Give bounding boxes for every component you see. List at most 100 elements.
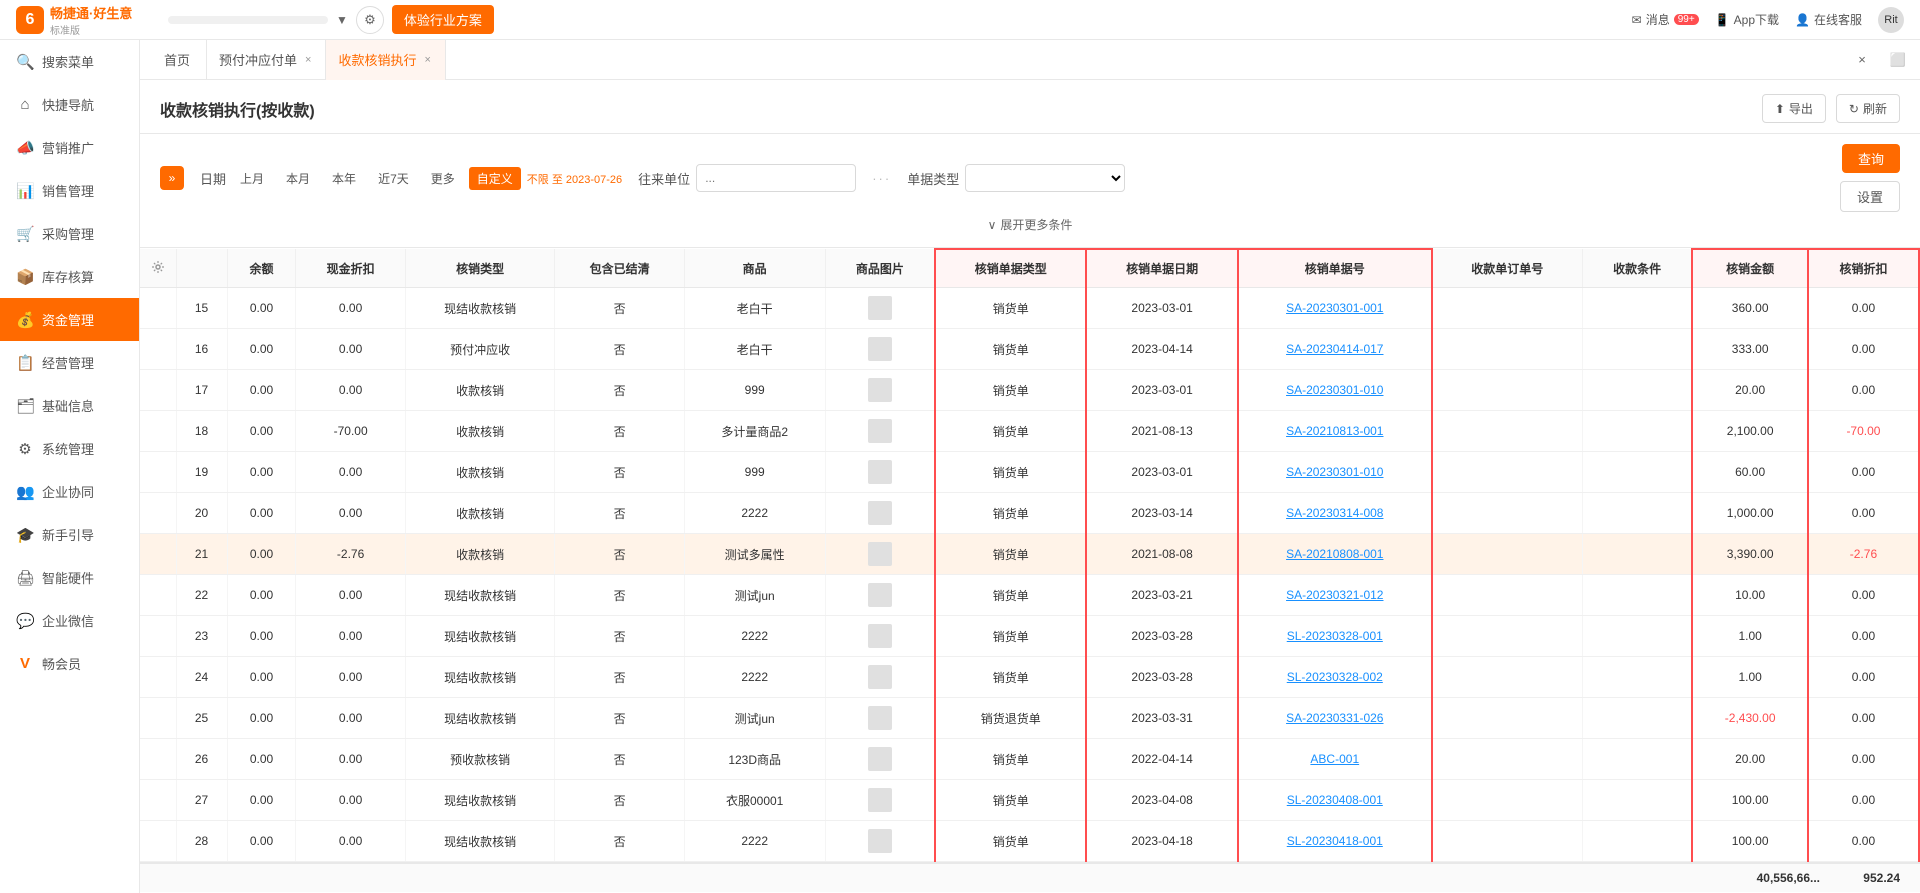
- bill-no-link[interactable]: SL-20230328-002: [1287, 670, 1383, 684]
- td-product: 老白干: [684, 329, 825, 370]
- bill-no-link[interactable]: SA-20230321-012: [1286, 588, 1383, 602]
- tab-collection[interactable]: 收款核销执行 ×: [326, 40, 445, 80]
- td-bill-no[interactable]: SA-20230301-001: [1238, 288, 1432, 329]
- bill-no-link[interactable]: SA-20230331-026: [1286, 711, 1383, 725]
- td-receipt-condition: [1582, 329, 1692, 370]
- filter-date-this-month[interactable]: 本月: [278, 167, 318, 190]
- td-cash-discount: 0.00: [296, 288, 405, 329]
- sidebar-item-basic-info[interactable]: 🗂 基础信息: [0, 384, 139, 427]
- sidebar-item-guide[interactable]: 🎓 新手引导: [0, 513, 139, 556]
- sidebar-item-finance[interactable]: 💰 资金管理: [0, 298, 139, 341]
- sidebar-item-member[interactable]: V 畅会员: [0, 642, 139, 685]
- sidebar-item-collab[interactable]: 👥 企业协同: [0, 470, 139, 513]
- sidebar-item-hardware[interactable]: 🖨 智能硬件: [0, 556, 139, 599]
- sidebar-item-system[interactable]: ⚙ 系统管理: [0, 427, 139, 470]
- bill-no-link[interactable]: SL-20230418-001: [1287, 834, 1383, 848]
- bill-no-link[interactable]: SA-20230301-010: [1286, 465, 1383, 479]
- filter-expand-btn[interactable]: »: [160, 166, 184, 190]
- user-avatar[interactable]: Rit: [1878, 7, 1904, 33]
- td-bill-date: 2023-03-14: [1086, 493, 1237, 534]
- td-bill-no[interactable]: SA-20230301-010: [1238, 452, 1432, 493]
- td-include-settled: 否: [555, 780, 684, 821]
- tab-collection-close[interactable]: ×: [422, 52, 432, 68]
- table-row[interactable]: 16 0.00 0.00 预付冲应收 否 老白干 销货单 2023-04-14 …: [140, 329, 1919, 370]
- bill-no-link[interactable]: SA-20230301-001: [1286, 301, 1383, 315]
- sidebar-item-wechat[interactable]: 💬 企业微信: [0, 599, 139, 642]
- industry-btn[interactable]: 体验行业方案: [392, 5, 494, 34]
- messages-btn[interactable]: ✉ 消息 99+: [1632, 11, 1699, 28]
- export-btn[interactable]: ⬆ 导出: [1762, 94, 1826, 123]
- top-dropdown[interactable]: ▼: [336, 13, 348, 27]
- td-bill-no[interactable]: SA-20230331-026: [1238, 698, 1432, 739]
- filter-date-custom[interactable]: 自定义: [469, 167, 521, 190]
- table-row[interactable]: 17 0.00 0.00 收款核销 否 999 销货单 2023-03-01 S…: [140, 370, 1919, 411]
- td-bill-no[interactable]: SA-20230314-008: [1238, 493, 1432, 534]
- table-row[interactable]: 27 0.00 0.00 现结收款核销 否 衣服00001 销货单 2023-0…: [140, 780, 1919, 821]
- table-row[interactable]: 19 0.00 0.00 收款核销 否 999 销货单 2023-03-01 S…: [140, 452, 1919, 493]
- filter-date-7days[interactable]: 近7天: [370, 167, 417, 190]
- tab-maximize-btn[interactable]: ⬜: [1884, 46, 1912, 74]
- app-name: 畅捷通·好生意: [50, 3, 132, 22]
- sidebar-item-marketing[interactable]: 📣 营销推广: [0, 126, 139, 169]
- table-row[interactable]: 18 0.00 -70.00 收款核销 否 多计量商品2 销货单 2021-08…: [140, 411, 1919, 452]
- td-bill-no[interactable]: SL-20230418-001: [1238, 821, 1432, 862]
- table-row[interactable]: 25 0.00 0.00 现结收款核销 否 测试jun 销货退货单 2023-0…: [140, 698, 1919, 739]
- filter-date-last-month[interactable]: 上月: [232, 167, 272, 190]
- sidebar-label-basic-info: 基础信息: [42, 396, 94, 415]
- td-bill-no[interactable]: ABC-001: [1238, 739, 1432, 780]
- bill-no-link[interactable]: SA-20230301-010: [1286, 383, 1383, 397]
- td-bill-no[interactable]: SL-20230328-002: [1238, 657, 1432, 698]
- table-row[interactable]: 21 0.00 -2.76 收款核销 否 测试多属性 销货单 2021-08-0…: [140, 534, 1919, 575]
- sidebar-item-nav[interactable]: ⌂ 快捷导航: [0, 83, 139, 126]
- sidebar-item-purchase[interactable]: 🛒 采购管理: [0, 212, 139, 255]
- tab-bar-right: × ⬜: [1848, 46, 1912, 74]
- app-download-btn[interactable]: 📱 App下载: [1715, 11, 1779, 28]
- bill-no-link[interactable]: SL-20230408-001: [1287, 793, 1383, 807]
- table-row[interactable]: 24 0.00 0.00 现结收款核销 否 2222 销货单 2023-03-2…: [140, 657, 1919, 698]
- sidebar-item-operations[interactable]: 📋 经营管理: [0, 341, 139, 384]
- bill-no-link[interactable]: SA-20210813-001: [1286, 424, 1383, 438]
- query-btn[interactable]: 查询: [1842, 144, 1900, 173]
- table-row[interactable]: 28 0.00 0.00 现结收款核销 否 2222 销货单 2023-04-1…: [140, 821, 1919, 862]
- sidebar-item-inventory[interactable]: 📦 库存核算: [0, 255, 139, 298]
- bill-no-link[interactable]: SA-20210808-001: [1286, 547, 1383, 561]
- table-row[interactable]: 15 0.00 0.00 现结收款核销 否 老白干 销货单 2023-03-01…: [140, 288, 1919, 329]
- bill-no-link[interactable]: ABC-001: [1310, 752, 1359, 766]
- table-row[interactable]: 26 0.00 0.00 预收款核销 否 123D商品 销货单 2022-04-…: [140, 739, 1919, 780]
- bill-no-link[interactable]: SA-20230314-008: [1286, 506, 1383, 520]
- td-bill-no[interactable]: SA-20230414-017: [1238, 329, 1432, 370]
- bill-no-link[interactable]: SL-20230328-001: [1287, 629, 1383, 643]
- settings-btn[interactable]: ⚙: [356, 6, 384, 34]
- filter-expand-more-btn[interactable]: ∨ 展开更多条件: [160, 212, 1900, 237]
- filter-settings-btn[interactable]: 设置: [1840, 181, 1900, 212]
- table-row[interactable]: 22 0.00 0.00 现结收款核销 否 测试jun 销货单 2023-03-…: [140, 575, 1919, 616]
- tab-home[interactable]: 首页: [148, 40, 207, 80]
- td-verify-discount: 0.00: [1808, 452, 1919, 493]
- td-bill-no[interactable]: SA-20210813-001: [1238, 411, 1432, 452]
- top-search-box[interactable]: [168, 16, 328, 24]
- filter-bill-type-select[interactable]: [965, 164, 1125, 192]
- filter-partner-input[interactable]: [696, 164, 856, 192]
- sidebar-item-search[interactable]: 🔍 搜索菜单: [0, 40, 139, 83]
- filter-date-more[interactable]: 更多: [423, 167, 463, 190]
- table-row[interactable]: 23 0.00 0.00 现结收款核销 否 2222 销货单 2023-03-2…: [140, 616, 1919, 657]
- td-bill-no[interactable]: SA-20230321-012: [1238, 575, 1432, 616]
- td-bill-date: 2023-03-28: [1086, 657, 1237, 698]
- td-bill-no[interactable]: SA-20210808-001: [1238, 534, 1432, 575]
- tab-prepay[interactable]: 预付冲应付单 ×: [207, 40, 326, 80]
- td-bill-no[interactable]: SL-20230328-001: [1238, 616, 1432, 657]
- tab-prepay-close[interactable]: ×: [303, 52, 313, 68]
- bill-no-link[interactable]: SA-20230414-017: [1286, 342, 1383, 356]
- table-row[interactable]: 20 0.00 0.00 收款核销 否 2222 销货单 2023-03-14 …: [140, 493, 1919, 534]
- th-settings[interactable]: [140, 249, 176, 288]
- filter-date-this-year[interactable]: 本年: [324, 167, 364, 190]
- filter-date-options: 上月 本月 本年 近7天 更多 自定义: [232, 167, 521, 190]
- tab-close-window-btn[interactable]: ×: [1848, 46, 1876, 74]
- sidebar-item-sales[interactable]: 📊 销售管理: [0, 169, 139, 212]
- refresh-btn[interactable]: ↻ 刷新: [1836, 94, 1900, 123]
- td-product: 测试多属性: [684, 534, 825, 575]
- td-product: 老白干: [684, 288, 825, 329]
- td-bill-no[interactable]: SL-20230408-001: [1238, 780, 1432, 821]
- td-bill-no[interactable]: SA-20230301-010: [1238, 370, 1432, 411]
- online-service-btn[interactable]: 👤 在线客服: [1795, 11, 1862, 28]
